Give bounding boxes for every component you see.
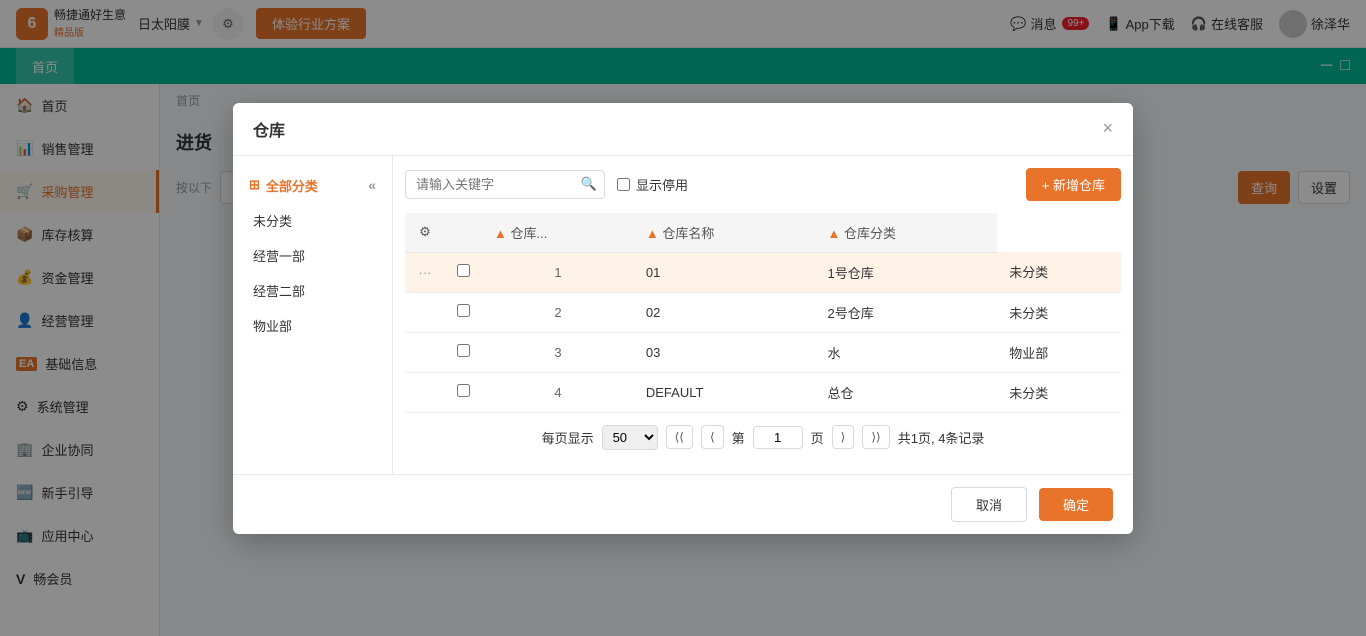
confirm-button[interactable]: 确定	[1039, 488, 1113, 521]
add-warehouse-button[interactable]: + 新增仓库	[1026, 168, 1121, 201]
row-name-cell: 总仓	[816, 372, 998, 412]
per-page-select[interactable]: 501020100	[602, 425, 658, 450]
row-checkbox-cell[interactable]	[445, 252, 482, 292]
prev-page-btn[interactable]: ⟨	[701, 425, 724, 449]
col-checkbox	[445, 213, 482, 253]
row-code-cell: 02	[634, 292, 816, 332]
row-name-cell: 1号仓库	[816, 252, 998, 292]
row-category-cell: 未分类	[997, 252, 1121, 292]
first-page-btn[interactable]: ⟨⟨	[666, 425, 693, 449]
row-settings-cell	[405, 372, 445, 412]
row-num-cell: 1	[482, 252, 634, 292]
row-checkbox[interactable]	[457, 304, 470, 317]
row-category-cell: 未分类	[997, 372, 1121, 412]
total-label: 共1页, 4条记录	[898, 428, 985, 447]
col-name: ▲ 仓库名称	[634, 213, 816, 253]
row-checkbox[interactable]	[457, 384, 470, 397]
close-icon[interactable]: ×	[1102, 118, 1113, 139]
dialog-footer: 取消 确定	[233, 474, 1133, 534]
dialog-title: 仓库	[253, 117, 285, 141]
row-settings-cell	[405, 332, 445, 372]
category-item-uncategorized[interactable]: 未分类	[233, 203, 392, 238]
page-label: 第	[732, 428, 745, 447]
content-panel: 🔍 显示停用 + 新增仓库 ⚙	[393, 156, 1133, 474]
table-row[interactable]: 2 02 2号仓库 未分类	[405, 292, 1121, 332]
next-page-btn[interactable]: ⟩	[832, 425, 855, 449]
table-row[interactable]: 4 DEFAULT 总仓 未分类	[405, 372, 1121, 412]
show-disabled-checkbox[interactable]	[617, 178, 630, 191]
collapse-icon[interactable]: «	[368, 177, 376, 193]
category-item-dept2[interactable]: 经营二部	[233, 273, 392, 308]
dialog-overlay: 仓库 × ⊞ 全部分类 « 未分类 经营一部 经营二部	[0, 0, 1366, 636]
search-icon[interactable]: 🔍	[581, 176, 597, 192]
warehouse-table: ⚙ ▲ 仓库... ▲ 仓库名称 ▲ 仓库分类	[405, 213, 1121, 413]
row-checkbox[interactable]	[457, 264, 470, 277]
row-name-cell: 2号仓库	[816, 292, 998, 332]
category-item-dept1[interactable]: 经营一部	[233, 238, 392, 273]
row-num-cell: 2	[482, 292, 634, 332]
category-panel: ⊞ 全部分类 « 未分类 经营一部 经营二部 物业部	[233, 156, 393, 474]
row-num-cell: 3	[482, 332, 634, 372]
row-checkbox-cell[interactable]	[445, 372, 482, 412]
row-checkbox-cell[interactable]	[445, 332, 482, 372]
pagination: 每页显示 501020100 ⟨⟨ ⟨ 第 页 ⟩ ⟩⟩ 共1页, 4条记录	[405, 413, 1121, 462]
row-category-cell: 物业部	[997, 332, 1121, 372]
search-input-wrap: 🔍	[405, 170, 605, 199]
category-header[interactable]: ⊞ 全部分类 «	[233, 168, 392, 203]
warehouse-dialog: 仓库 × ⊞ 全部分类 « 未分类 经营一部 经营二部	[233, 103, 1133, 534]
row-category-cell: 未分类	[997, 292, 1121, 332]
col-code: ▲ 仓库...	[482, 213, 634, 253]
row-code-cell: 01	[634, 252, 816, 292]
row-code-cell: DEFAULT	[634, 372, 816, 412]
table-row[interactable]: 3 03 水 物业部	[405, 332, 1121, 372]
category-item-property[interactable]: 物业部	[233, 308, 392, 343]
search-input[interactable]	[405, 170, 605, 199]
col-category: ▲ 仓库分类	[816, 213, 998, 253]
dialog-header: 仓库 ×	[233, 103, 1133, 156]
row-num-cell: 4	[482, 372, 634, 412]
row-checkbox-cell[interactable]	[445, 292, 482, 332]
grid-icon: ⊞	[249, 177, 260, 193]
show-disabled-wrap: 显示停用	[617, 175, 688, 194]
page-suffix: 页	[811, 428, 824, 447]
row-checkbox[interactable]	[457, 344, 470, 357]
cancel-button[interactable]: 取消	[951, 487, 1027, 522]
page-number-input[interactable]	[753, 426, 803, 449]
row-settings-cell	[405, 292, 445, 332]
col-settings: ⚙	[405, 213, 445, 253]
show-disabled-label: 显示停用	[636, 175, 688, 194]
last-page-btn[interactable]: ⟩⟩	[862, 425, 889, 449]
row-name-cell: 水	[816, 332, 998, 372]
table-row[interactable]: ··· 1 01 1号仓库 未分类	[405, 252, 1121, 292]
row-code-cell: 03	[634, 332, 816, 372]
dialog-body: ⊞ 全部分类 « 未分类 经营一部 经营二部 物业部	[233, 156, 1133, 474]
row-settings-cell: ···	[405, 252, 445, 292]
per-page-label: 每页显示	[542, 428, 594, 447]
search-bar: 🔍 显示停用 + 新增仓库	[405, 168, 1121, 201]
table-header-row: ⚙ ▲ 仓库... ▲ 仓库名称 ▲ 仓库分类	[405, 213, 1121, 253]
all-category-label: 全部分类	[266, 176, 318, 195]
